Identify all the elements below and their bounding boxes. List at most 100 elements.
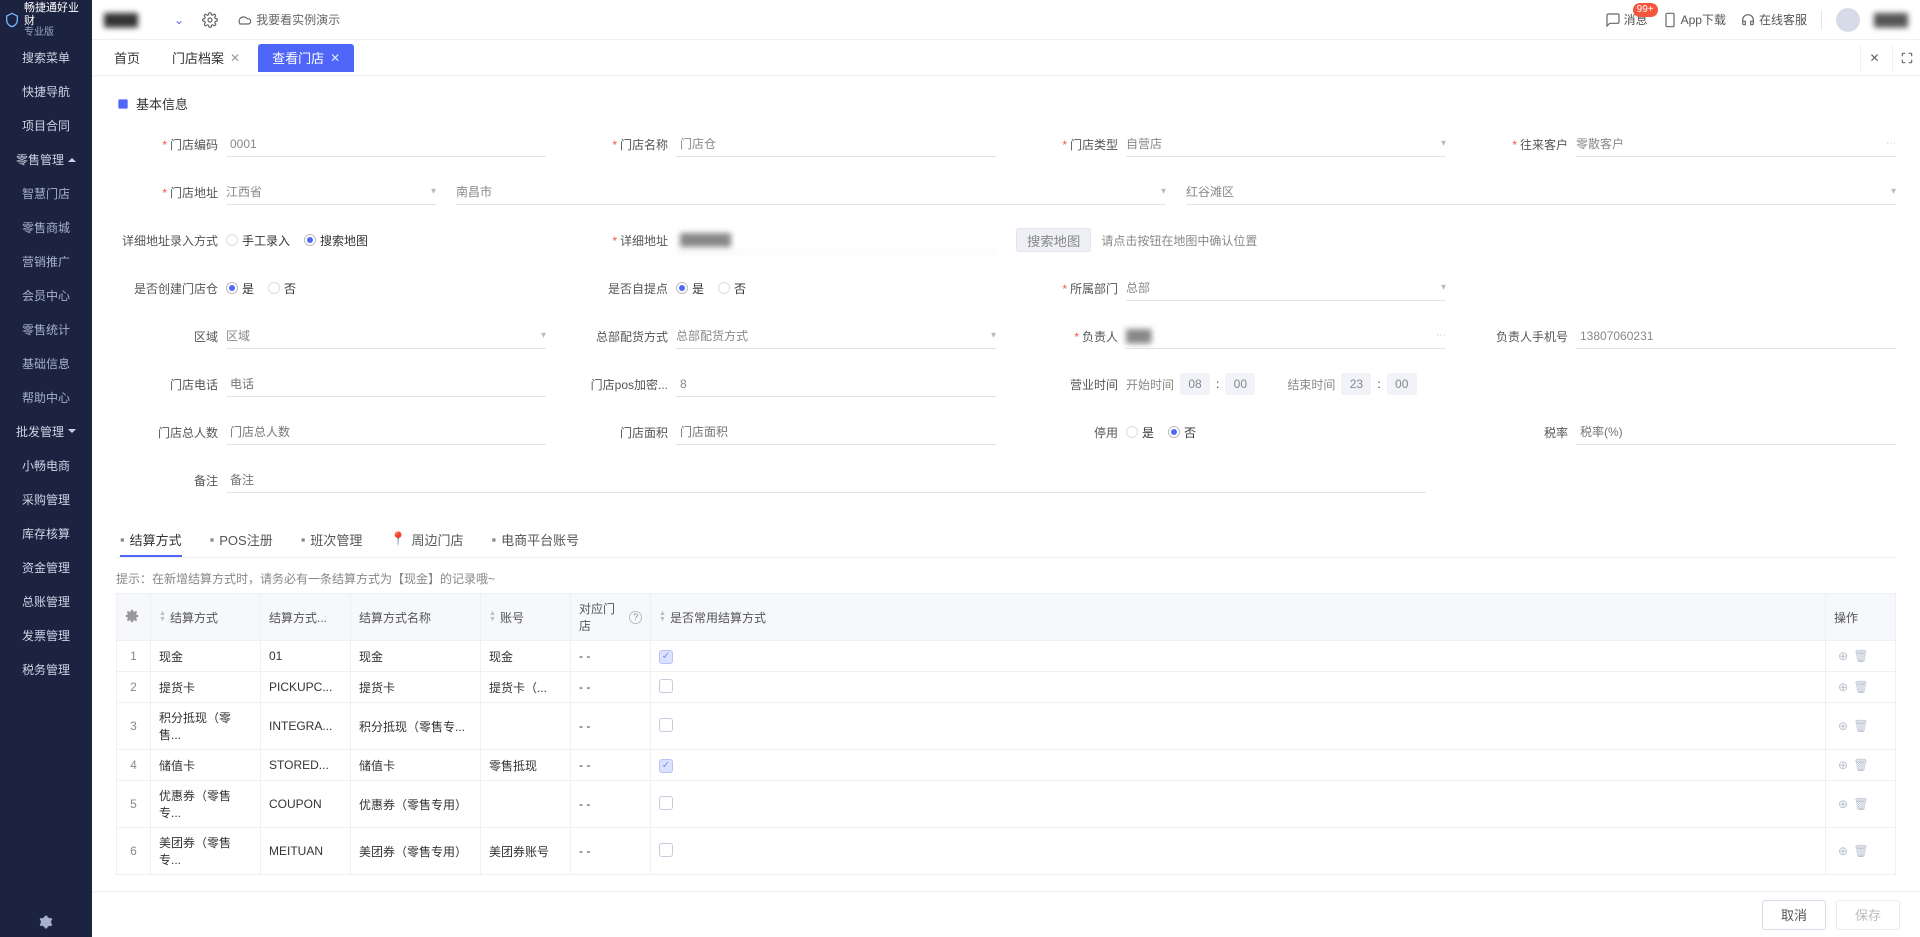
radio-pickup-no[interactable]: 否 <box>718 280 746 297</box>
messages[interactable]: 消息 99+ <box>1605 11 1648 28</box>
fullscreen-button[interactable] <box>1892 44 1920 72</box>
th-method[interactable]: ▲▼结算方式 <box>151 594 261 641</box>
subtab[interactable]: ▪结算方式 <box>120 523 182 557</box>
common-checkbox[interactable] <box>659 843 673 857</box>
delete-row-icon[interactable]: 🗑 <box>1852 717 1870 735</box>
sidebar-item[interactable]: 资金管理 <box>0 550 92 584</box>
pos-key-input[interactable] <box>676 371 996 397</box>
common-checkbox[interactable] <box>659 759 673 773</box>
sidebar-item[interactable]: 智慧门店 <box>0 176 92 210</box>
sidebar-item[interactable]: 项目合同 <box>0 108 92 142</box>
user-avatar[interactable] <box>1836 8 1860 32</box>
add-row-icon[interactable]: ⊕ <box>1834 717 1852 735</box>
sidebar-item[interactable]: 营销推广 <box>0 244 92 278</box>
radio-disable-no[interactable]: 否 <box>1168 424 1196 441</box>
city-select[interactable]: 南昌市▾ <box>456 179 1166 205</box>
sidebar-item[interactable]: 零售管理 <box>0 142 92 176</box>
start-min[interactable]: 00 <box>1225 373 1255 395</box>
dept-select[interactable]: 总部▾ <box>1126 275 1446 301</box>
common-checkbox[interactable] <box>659 679 673 693</box>
add-row-icon[interactable]: ⊕ <box>1834 842 1852 860</box>
add-row-icon[interactable]: ⊕ <box>1834 647 1852 665</box>
radio-disable-yes[interactable]: 是 <box>1126 424 1154 441</box>
sidebar-item[interactable]: 小畅电商 <box>0 448 92 482</box>
add-row-icon[interactable]: ⊕ <box>1834 678 1852 696</box>
th-store[interactable]: 对应门店? <box>571 594 651 641</box>
table-row: 4储值卡STORED...储值卡零售抵现- -⊕🗑 <box>117 750 1896 781</box>
delete-row-icon[interactable]: 🗑 <box>1852 795 1870 813</box>
sidebar-item[interactable]: 发票管理 <box>0 618 92 652</box>
region-select[interactable]: 区域▾ <box>226 323 546 349</box>
page-tab[interactable]: 查看门店✕ <box>258 44 354 72</box>
subtab[interactable]: ▪POS注册 <box>210 523 273 557</box>
delete-row-icon[interactable]: 🗑 <box>1852 842 1870 860</box>
radio-wh-no[interactable]: 否 <box>268 280 296 297</box>
page-tab[interactable]: 首页 <box>100 44 154 72</box>
th-account[interactable]: ▲▼账号 <box>481 594 571 641</box>
search-map-button[interactable]: 搜索地图 <box>1016 228 1091 252</box>
online-service[interactable]: 在线客服 <box>1740 11 1807 28</box>
hq-dist-select[interactable]: 总部配货方式▾ <box>676 323 996 349</box>
org-selector[interactable]: ████ ⌄ <box>104 13 184 27</box>
sidebar-item[interactable]: 零售商城 <box>0 210 92 244</box>
owner-phone-input[interactable] <box>1576 323 1896 349</box>
store-phone-input[interactable] <box>226 371 546 397</box>
settings-outline-icon[interactable] <box>202 12 218 28</box>
store-type-select[interactable]: 自营店▾ <box>1126 131 1446 157</box>
settings-icon[interactable] <box>0 907 92 937</box>
subtab[interactable]: 📍周边门店 <box>390 523 463 557</box>
th-common[interactable]: ▲▼是否常用结算方式 <box>651 594 1826 641</box>
end-min[interactable]: 00 <box>1387 373 1417 395</box>
delete-row-icon[interactable]: 🗑 <box>1852 678 1870 696</box>
table-settings-icon[interactable] <box>117 594 151 641</box>
sidebar-item[interactable]: 会员中心 <box>0 278 92 312</box>
add-row-icon[interactable]: ⊕ <box>1834 756 1852 774</box>
subtab[interactable]: ▪班次管理 <box>301 523 363 557</box>
close-tab-icon[interactable]: ✕ <box>330 51 340 65</box>
close-all-tabs-button[interactable]: ✕ <box>1860 44 1888 72</box>
label-detail-addr: 详细地址 <box>566 232 676 249</box>
detail-addr-input[interactable] <box>676 227 996 253</box>
add-row-icon[interactable]: ⊕ <box>1834 795 1852 813</box>
end-hour[interactable]: 23 <box>1341 373 1371 395</box>
customer-select[interactable]: 零散客户⋯ <box>1576 131 1896 157</box>
sidebar-item[interactable]: 采购管理 <box>0 482 92 516</box>
sidebar-item[interactable]: 快捷导航 <box>0 74 92 108</box>
app-download[interactable]: App下载 <box>1662 11 1726 28</box>
page-tab[interactable]: 门店档案✕ <box>158 44 254 72</box>
province-select[interactable]: 江西省▾ <box>226 179 436 205</box>
subtab[interactable]: ▪电商平台账号 <box>492 523 580 557</box>
close-tab-icon[interactable]: ✕ <box>230 51 240 65</box>
common-checkbox[interactable] <box>659 650 673 664</box>
start-hour[interactable]: 08 <box>1180 373 1210 395</box>
common-checkbox[interactable] <box>659 796 673 810</box>
th-code[interactable]: 结算方式... <box>261 594 351 641</box>
radio-manual[interactable]: 手工录入 <box>226 232 290 249</box>
store-code-input[interactable] <box>226 131 546 157</box>
radio-map[interactable]: 搜索地图 <box>304 232 368 249</box>
sidebar-item[interactable]: 帮助中心 <box>0 380 92 414</box>
demo-link[interactable]: 我要看实例演示 <box>236 11 340 28</box>
cancel-button[interactable]: 取消 <box>1762 900 1826 930</box>
headcount-input[interactable] <box>226 419 546 445</box>
sidebar-item[interactable]: 库存核算 <box>0 516 92 550</box>
owner-select[interactable]: ███⋯ <box>1126 323 1446 349</box>
sidebar-item[interactable]: 零售统计 <box>0 312 92 346</box>
remark-input[interactable] <box>226 467 1426 493</box>
radio-pickup-yes[interactable]: 是 <box>676 280 704 297</box>
area-input[interactable] <box>676 419 996 445</box>
district-select[interactable]: 红谷滩区▾ <box>1186 179 1896 205</box>
sidebar-item[interactable]: 基础信息 <box>0 346 92 380</box>
radio-wh-yes[interactable]: 是 <box>226 280 254 297</box>
tax-input[interactable] <box>1576 419 1896 445</box>
delete-row-icon[interactable]: 🗑 <box>1852 647 1870 665</box>
sidebar-item[interactable]: 搜索菜单 <box>0 40 92 74</box>
sidebar-item[interactable]: 总账管理 <box>0 584 92 618</box>
sidebar-item[interactable]: 批发管理 <box>0 414 92 448</box>
common-checkbox[interactable] <box>659 718 673 732</box>
delete-row-icon[interactable]: 🗑 <box>1852 756 1870 774</box>
th-name[interactable]: 结算方式名称 <box>351 594 481 641</box>
sidebar-item[interactable]: 税务管理 <box>0 652 92 686</box>
message-badge: 99+ <box>1633 3 1658 17</box>
store-name-input[interactable] <box>676 131 996 157</box>
